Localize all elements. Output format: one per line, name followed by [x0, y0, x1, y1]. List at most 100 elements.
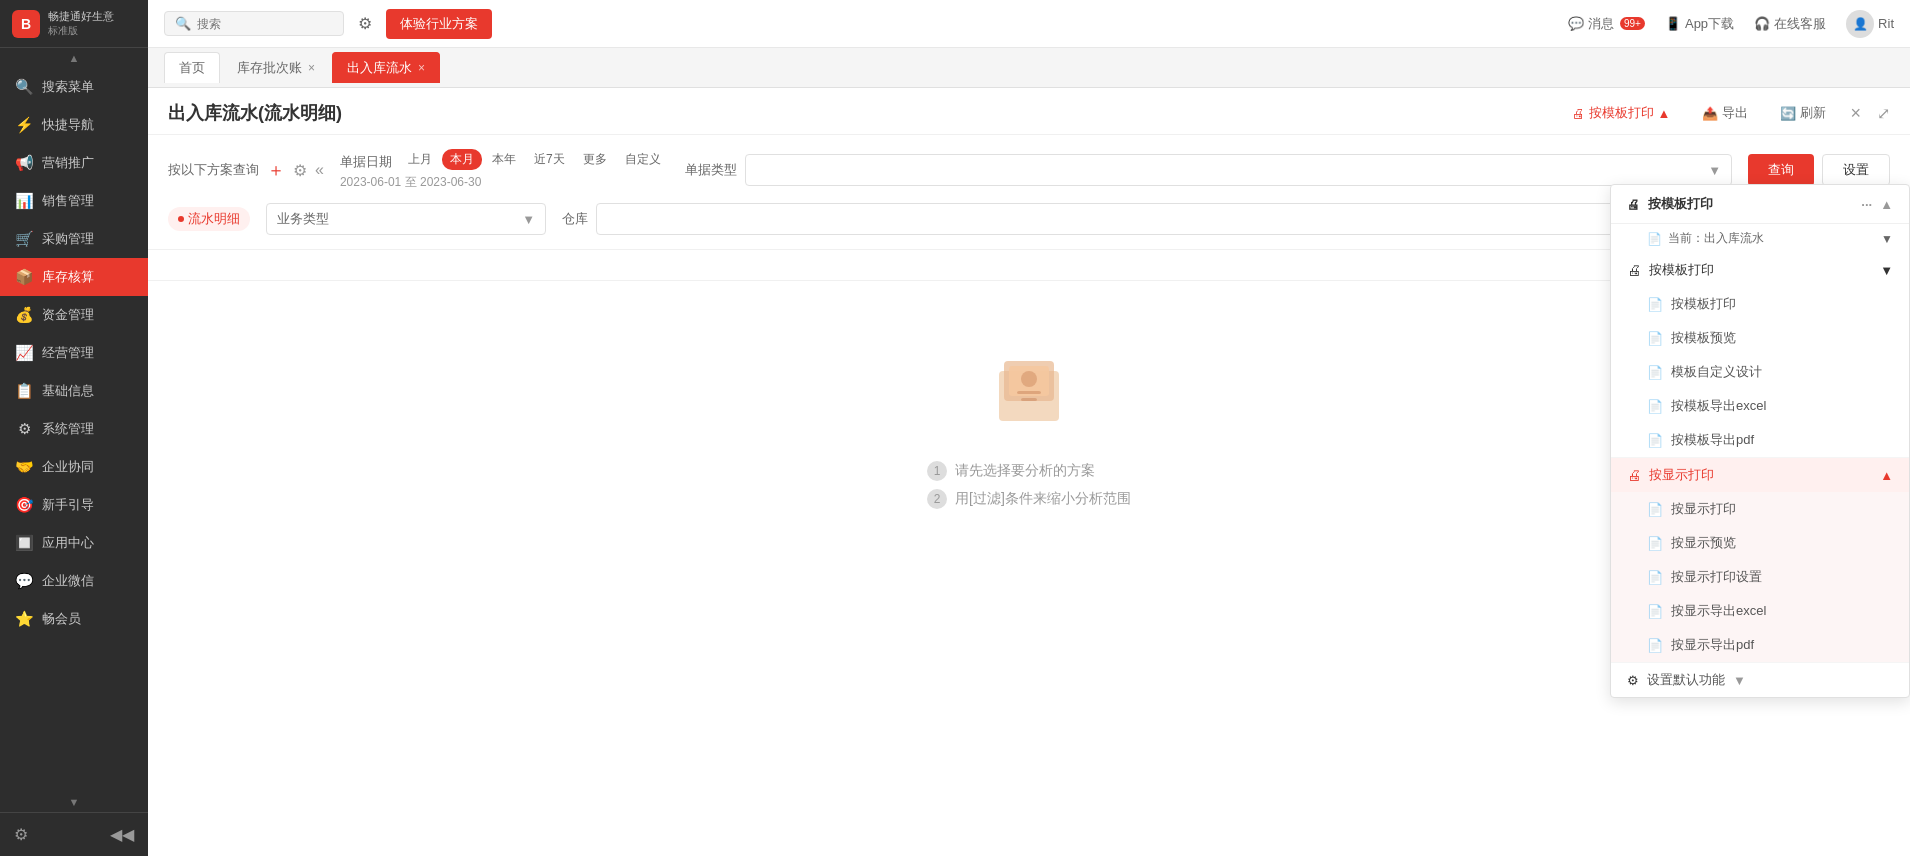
footer-collapse-icon[interactable]: ◀◀	[110, 825, 134, 844]
wechat-icon: 💬	[14, 572, 34, 590]
tab-batch-account[interactable]: 库存批次账 ×	[222, 52, 330, 83]
sidebar-item-inventory[interactable]: 📦 库存核算	[0, 258, 148, 296]
dropdown-item-display-preview[interactable]: 📄 按显示预览	[1611, 526, 1909, 560]
dropdown-item-template-export-excel[interactable]: 📄 按模板导出excel	[1611, 389, 1909, 423]
close-icon[interactable]: ×	[1850, 103, 1861, 124]
sidebar-item-sales[interactable]: 📊 销售管理	[0, 182, 148, 220]
sidebar-item-finance[interactable]: 💰 资金管理	[0, 296, 148, 334]
date-tab-7days[interactable]: 近7天	[526, 149, 573, 170]
dropdown-item-display-print[interactable]: 📄 按显示打印	[1611, 492, 1909, 526]
item-label: 模板自定义设计	[1671, 363, 1762, 381]
refresh-icon: 🔄	[1780, 106, 1796, 121]
item-label: 按显示打印设置	[1671, 568, 1762, 586]
current-label: 当前：出入库流水	[1668, 230, 1764, 247]
filter-collapse-icon[interactable]: «	[315, 161, 324, 179]
filter-tag-dot	[178, 216, 184, 222]
message-icon: 💬	[1568, 16, 1584, 31]
display-section-icon: 🖨	[1627, 467, 1641, 483]
tab-batch-account-close[interactable]: ×	[308, 61, 315, 75]
message-button[interactable]: 💬 消息 99+	[1568, 15, 1645, 33]
dropdown-item-template-export-pdf[interactable]: 📄 按模板导出pdf	[1611, 423, 1909, 457]
sidebar-item-label: 经营管理	[42, 344, 94, 362]
tab-inventory-flow-label: 出入库流水	[347, 59, 412, 77]
topbar-right: 💬 消息 99+ 📱 App下载 🎧 在线客服 👤 Rit	[1568, 10, 1894, 38]
chevron-up-icon: ▲	[1658, 106, 1671, 121]
doc-icon: 📄	[1647, 604, 1663, 619]
dropdown-more-icon[interactable]: ···	[1861, 197, 1872, 212]
tab-inventory-flow-close[interactable]: ×	[418, 61, 425, 75]
type-select[interactable]: ▼	[745, 154, 1732, 186]
sidebar-item-quick-nav[interactable]: ⚡ 快捷导航	[0, 106, 148, 144]
operations-icon: 📈	[14, 344, 34, 362]
sidebar-item-basic-info[interactable]: 📋 基础信息	[0, 372, 148, 410]
settings-button[interactable]: 设置	[1822, 154, 1890, 186]
topbar-settings-icon[interactable]: ⚙	[354, 10, 376, 37]
dropdown-footer[interactable]: ⚙ 设置默认功能 ▼	[1611, 663, 1909, 697]
sidebar-item-app-center[interactable]: 🔲 应用中心	[0, 524, 148, 562]
doc-icon: 📄	[1647, 433, 1663, 448]
dropdown-item-template-custom-design[interactable]: 📄 模板自定义设计	[1611, 355, 1909, 389]
tab-batch-account-label: 库存批次账	[237, 59, 302, 77]
download-icon: 📱	[1665, 16, 1681, 31]
membership-icon: ⭐	[14, 610, 34, 628]
sidebar-scroll-up[interactable]: ▲	[0, 48, 148, 68]
tab-inventory-flow[interactable]: 出入库流水 ×	[332, 52, 440, 83]
biz-type-select[interactable]: 业务类型 ▼	[266, 203, 546, 235]
tab-home[interactable]: 首页	[164, 52, 220, 83]
refresh-button[interactable]: 🔄 刷新	[1772, 100, 1834, 126]
refresh-label: 刷新	[1800, 104, 1826, 122]
quick-nav-icon: ⚡	[14, 116, 34, 134]
industry-solution-button[interactable]: 体验行业方案	[386, 9, 492, 39]
date-tab-more[interactable]: 更多	[575, 149, 615, 170]
dropdown-item-template-print[interactable]: 📄 按模板打印	[1611, 287, 1909, 321]
sidebar-item-purchase[interactable]: 🛒 采购管理	[0, 220, 148, 258]
item-label: 按模板打印	[1671, 295, 1736, 313]
date-tab-custom[interactable]: 自定义	[617, 149, 669, 170]
app-download-button[interactable]: 📱 App下载	[1665, 15, 1734, 33]
expand-icon[interactable]: ⤢	[1877, 104, 1890, 123]
dropdown-item-display-print-settings[interactable]: 📄 按显示打印设置	[1611, 560, 1909, 594]
date-tab-this-year[interactable]: 本年	[484, 149, 524, 170]
sidebar-item-operations[interactable]: 📈 经营管理	[0, 334, 148, 372]
filter-settings-icon[interactable]: ⚙	[293, 161, 307, 180]
template-section-arrow: ▼	[1880, 263, 1893, 278]
display-section-label: 按显示打印	[1649, 466, 1714, 484]
sidebar: B 畅捷通好生意 标准版 ▲ 🔍 搜索菜单 ⚡ 快捷导航 📢 营销推广 📊 销售…	[0, 0, 148, 856]
online-service-button[interactable]: 🎧 在线客服	[1754, 15, 1826, 33]
footer-label: 设置默认功能	[1647, 671, 1725, 689]
export-button[interactable]: 📤 导出	[1694, 100, 1756, 126]
dropdown-item-display-export-pdf[interactable]: 📄 按显示导出pdf	[1611, 628, 1909, 662]
export-icon: 📤	[1702, 106, 1718, 121]
item-label: 按模板导出excel	[1671, 397, 1766, 415]
user-profile[interactable]: 👤 Rit	[1846, 10, 1894, 38]
filter-add-icon[interactable]: ＋	[267, 158, 285, 182]
dropdown-display-section-header[interactable]: 🖨 按显示打印 ▲	[1611, 458, 1909, 492]
step-2-text: 用[过滤]条件来缩小分析范围	[955, 490, 1131, 508]
dropdown-template-section-header[interactable]: 🖨 按模板打印 ▼	[1611, 253, 1909, 287]
dropdown-expand-icon[interactable]: ▲	[1880, 197, 1893, 212]
sidebar-item-marketing[interactable]: 📢 营销推广	[0, 144, 148, 182]
sidebar-item-system[interactable]: ⚙ 系统管理	[0, 410, 148, 448]
search-input[interactable]	[197, 17, 333, 31]
display-section-items: 📄 按显示打印 📄 按显示预览 📄 按显示打印设置 📄 按显示导出excel	[1611, 492, 1909, 662]
sidebar-scroll-down[interactable]: ▼	[0, 792, 148, 812]
content-header: 出入库流水(流水明细) 🖨 按模板打印 ▲ 📤 导出 🔄 刷新 × ⤢	[148, 88, 1910, 135]
sidebar-item-search[interactable]: 🔍 搜索菜单	[0, 68, 148, 106]
print-template-button[interactable]: 🖨 按模板打印 ▲	[1564, 100, 1679, 126]
topbar-search-container[interactable]: 🔍	[164, 11, 344, 36]
query-button[interactable]: 查询	[1748, 154, 1814, 186]
date-tab-this-month[interactable]: 本月	[442, 149, 482, 170]
dropdown-item-template-preview[interactable]: 📄 按模板预览	[1611, 321, 1909, 355]
sidebar-item-label: 基础信息	[42, 382, 94, 400]
sidebar-item-membership[interactable]: ⭐ 畅会员	[0, 600, 148, 638]
date-tab-last-month[interactable]: 上月	[400, 149, 440, 170]
sidebar-item-onboarding[interactable]: 🎯 新手引导	[0, 486, 148, 524]
footer-settings-icon[interactable]: ⚙	[14, 825, 28, 844]
sidebar-item-wechat[interactable]: 💬 企业微信	[0, 562, 148, 600]
doc-icon: 📄	[1647, 399, 1663, 414]
logo-icon: B	[12, 10, 40, 38]
dropdown-item-display-export-excel[interactable]: 📄 按显示导出excel	[1611, 594, 1909, 628]
sidebar-item-collaboration[interactable]: 🤝 企业协同	[0, 448, 148, 486]
current-arrow: ▼	[1881, 232, 1893, 246]
dropdown-title: 按模板打印	[1648, 195, 1713, 213]
